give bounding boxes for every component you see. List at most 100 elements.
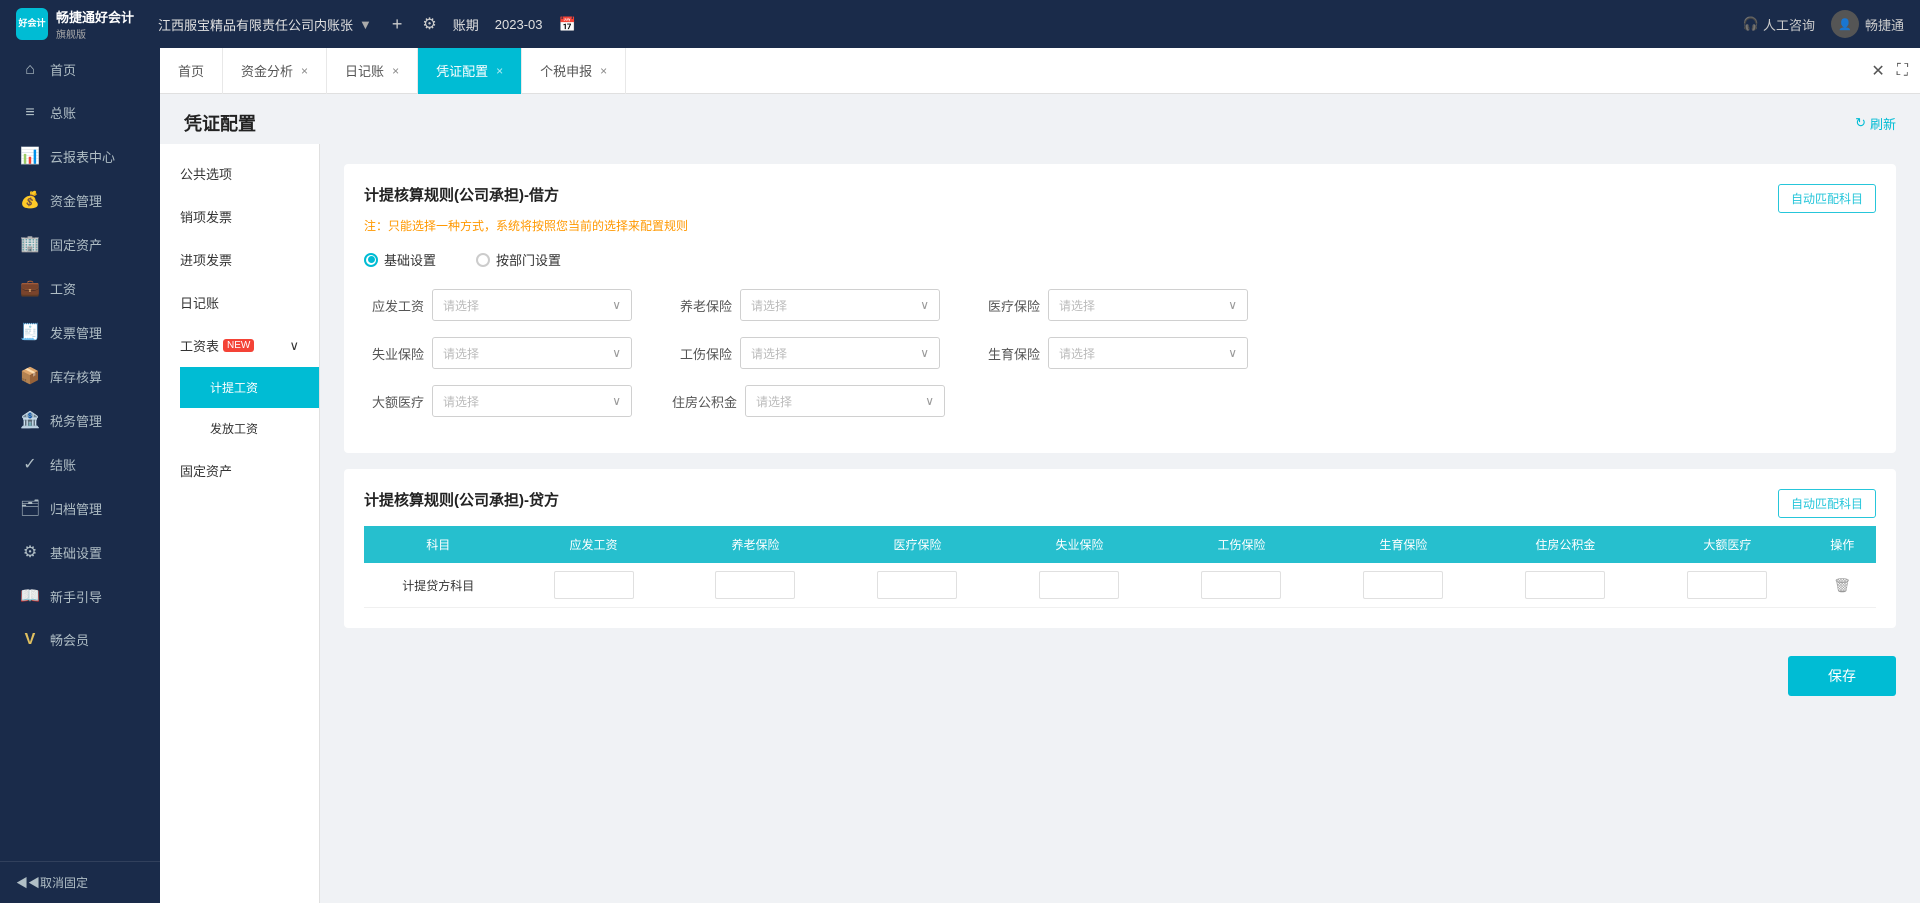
field-unemployment: 失业保险 请选择 ∨	[364, 337, 632, 369]
select-major-medical[interactable]: 请选择 ∨	[432, 385, 632, 417]
page-title: 凭证配置	[184, 110, 256, 136]
cell-pension	[675, 563, 837, 608]
top-right: 🎧 人工咨询 👤 畅捷通	[1743, 10, 1904, 38]
th-pension: 养老保险	[675, 526, 837, 563]
sidebar-item-vip[interactable]: V 畅会员	[0, 618, 160, 661]
sidebar-item-home[interactable]: ⌂ 首页	[0, 48, 160, 91]
form-row-2: 失业保险 请选择 ∨ 工伤保险 请选择 ∨	[364, 337, 1876, 369]
sidebar-item-basic[interactable]: ⚙ 基础设置	[0, 530, 160, 574]
sidebar-item-invoice[interactable]: 🧾 发票管理	[0, 310, 160, 354]
tab-home[interactable]: 首页	[160, 48, 223, 94]
sidebar-item-guide[interactable]: 📖 新手引导	[0, 574, 160, 618]
cancel-fixed-button[interactable]: ◀◀取消固定	[0, 861, 160, 903]
calendar-icon[interactable]: 📅	[559, 16, 576, 33]
save-area: 保存	[344, 644, 1896, 756]
th-gross: 应发工资	[513, 526, 675, 563]
ai-consult-button[interactable]: 🎧 人工咨询	[1743, 15, 1815, 34]
credit-auto-match-button[interactable]: 自动匹配科目	[1778, 489, 1876, 518]
select-maternity-placeholder: 请选择	[1059, 345, 1095, 362]
sidebar-item-fund[interactable]: 💰 资金管理	[0, 178, 160, 222]
guide-icon: 📖	[20, 586, 40, 606]
th-maternity: 生育保险	[1322, 526, 1484, 563]
cell-major-medical	[1646, 563, 1808, 608]
company-dropdown-arrow: ▼	[359, 17, 372, 32]
sidebar-label-salary: 工资	[50, 279, 76, 298]
tab-tax[interactable]: 个税申报 ×	[522, 48, 626, 94]
left-menu-calc-salary[interactable]: 计提工资	[180, 367, 319, 408]
input-unemployment[interactable]	[1039, 571, 1119, 599]
input-medical[interactable]	[877, 571, 957, 599]
tab-journal-close[interactable]: ×	[392, 64, 399, 78]
sidebar-item-close[interactable]: ✓ 结账	[0, 442, 160, 486]
input-major-medical[interactable]	[1687, 571, 1767, 599]
select-housing-fund[interactable]: 请选择 ∨	[745, 385, 945, 417]
user-info[interactable]: 👤 畅捷通	[1831, 10, 1904, 38]
sidebar-item-ledger[interactable]: ≡ 总账	[0, 91, 160, 134]
select-injury[interactable]: 请选择 ∨	[740, 337, 940, 369]
left-menu-salary-table[interactable]: 工资表 NEW ∨	[160, 324, 319, 367]
company-selector[interactable]: 江西服宝精品有限责任公司内账张 ▼	[158, 15, 372, 34]
delete-row-button[interactable]: 🗑	[1833, 577, 1851, 594]
th-unemployment: 失业保险	[998, 526, 1160, 563]
debit-auto-match-button[interactable]: 自动匹配科目	[1778, 184, 1876, 213]
tab-fund-close[interactable]: ×	[301, 64, 308, 78]
avatar: 👤	[1831, 10, 1859, 38]
sidebar-item-inventory[interactable]: 📦 库存核算	[0, 354, 160, 398]
cell-unemployment	[998, 563, 1160, 608]
label-gross-salary: 应发工资	[364, 296, 424, 315]
save-button[interactable]: 保存	[1788, 656, 1896, 696]
input-injury[interactable]	[1201, 571, 1281, 599]
sidebar-item-salary[interactable]: 💼 工资	[0, 266, 160, 310]
select-medical[interactable]: 请选择 ∨	[1048, 289, 1248, 321]
expand-tab-button[interactable]: ⛶	[1897, 62, 1908, 80]
ledger-icon: ≡	[20, 104, 40, 122]
tab-voucher[interactable]: 凭证配置 ×	[418, 48, 522, 94]
sidebar-label-vip: 畅会员	[50, 630, 89, 649]
credit-header-row: 计提核算规则(公司承担)-贷方 自动匹配科目	[364, 489, 1876, 518]
logo-text-area: 畅捷通好会计 旗舰版	[56, 7, 134, 41]
tab-fund[interactable]: 资金分析 ×	[223, 48, 327, 94]
select-housing-placeholder: 请选择	[756, 393, 792, 410]
left-menu-fixed-assets[interactable]: 固定资产	[160, 449, 319, 492]
refresh-button[interactable]: ↻ 刷新	[1855, 114, 1896, 133]
sidebar-label-ledger: 总账	[50, 103, 76, 122]
select-gross-salary[interactable]: 请选择 ∨	[432, 289, 632, 321]
sidebar-item-archive[interactable]: 🗂 归档管理	[0, 486, 160, 530]
new-badge: NEW	[223, 339, 254, 352]
select-unemployment-placeholder: 请选择	[443, 345, 479, 362]
select-major-medical-arrow: ∨	[612, 394, 621, 408]
radio-basic[interactable]: 基础设置	[364, 250, 436, 269]
tab-journal[interactable]: 日记账 ×	[327, 48, 418, 94]
credit-table: 科目 应发工资 养老保险 医疗保险 失业保险 工伤保险 生育保险 住房公积金 大…	[364, 526, 1876, 608]
tab-tax-close[interactable]: ×	[600, 64, 607, 78]
sidebar-item-reports[interactable]: 📊 云报表中心	[0, 134, 160, 178]
left-menu-pay-salary[interactable]: 发放工资	[180, 408, 319, 449]
close-tab-button[interactable]: ✕	[1871, 61, 1884, 81]
input-pension[interactable]	[715, 571, 795, 599]
left-menu-purchase-invoice[interactable]: 进项发票	[160, 238, 319, 281]
headset-icon: 🎧	[1743, 16, 1759, 32]
radio-dept[interactable]: 按部门设置	[476, 250, 561, 269]
tab-voucher-label: 凭证配置	[436, 61, 488, 80]
sidebar-item-tax[interactable]: 🏦 税务管理	[0, 398, 160, 442]
logo-icon: 好会计	[16, 8, 48, 40]
select-unemployment[interactable]: 请选择 ∨	[432, 337, 632, 369]
left-menu-public[interactable]: 公共选项	[160, 152, 319, 195]
select-gross-placeholder: 请选择	[443, 297, 479, 314]
input-gross[interactable]	[554, 571, 634, 599]
vip-icon: V	[20, 631, 40, 649]
left-menu-journal[interactable]: 日记账	[160, 281, 319, 324]
left-menu-sales-invoice[interactable]: 销项发票	[160, 195, 319, 238]
field-major-medical: 大额医疗 请选择 ∨	[364, 385, 632, 417]
input-maternity[interactable]	[1363, 571, 1443, 599]
select-maternity[interactable]: 请选择 ∨	[1048, 337, 1248, 369]
select-pension[interactable]: 请选择 ∨	[740, 289, 940, 321]
sidebar-item-fixed[interactable]: 🏢 固定资产	[0, 222, 160, 266]
add-button[interactable]: +	[388, 10, 407, 39]
tab-voucher-close[interactable]: ×	[496, 64, 503, 78]
content-panel: 计提核算规则(公司承担)-借方 自动匹配科目 注：只能选择一种方式，系统将按照您…	[320, 144, 1920, 903]
settings-button[interactable]: ⚙	[418, 10, 440, 38]
sidebar-label-reports: 云报表中心	[50, 147, 115, 166]
input-housing[interactable]	[1525, 571, 1605, 599]
select-housing-arrow: ∨	[925, 394, 934, 408]
